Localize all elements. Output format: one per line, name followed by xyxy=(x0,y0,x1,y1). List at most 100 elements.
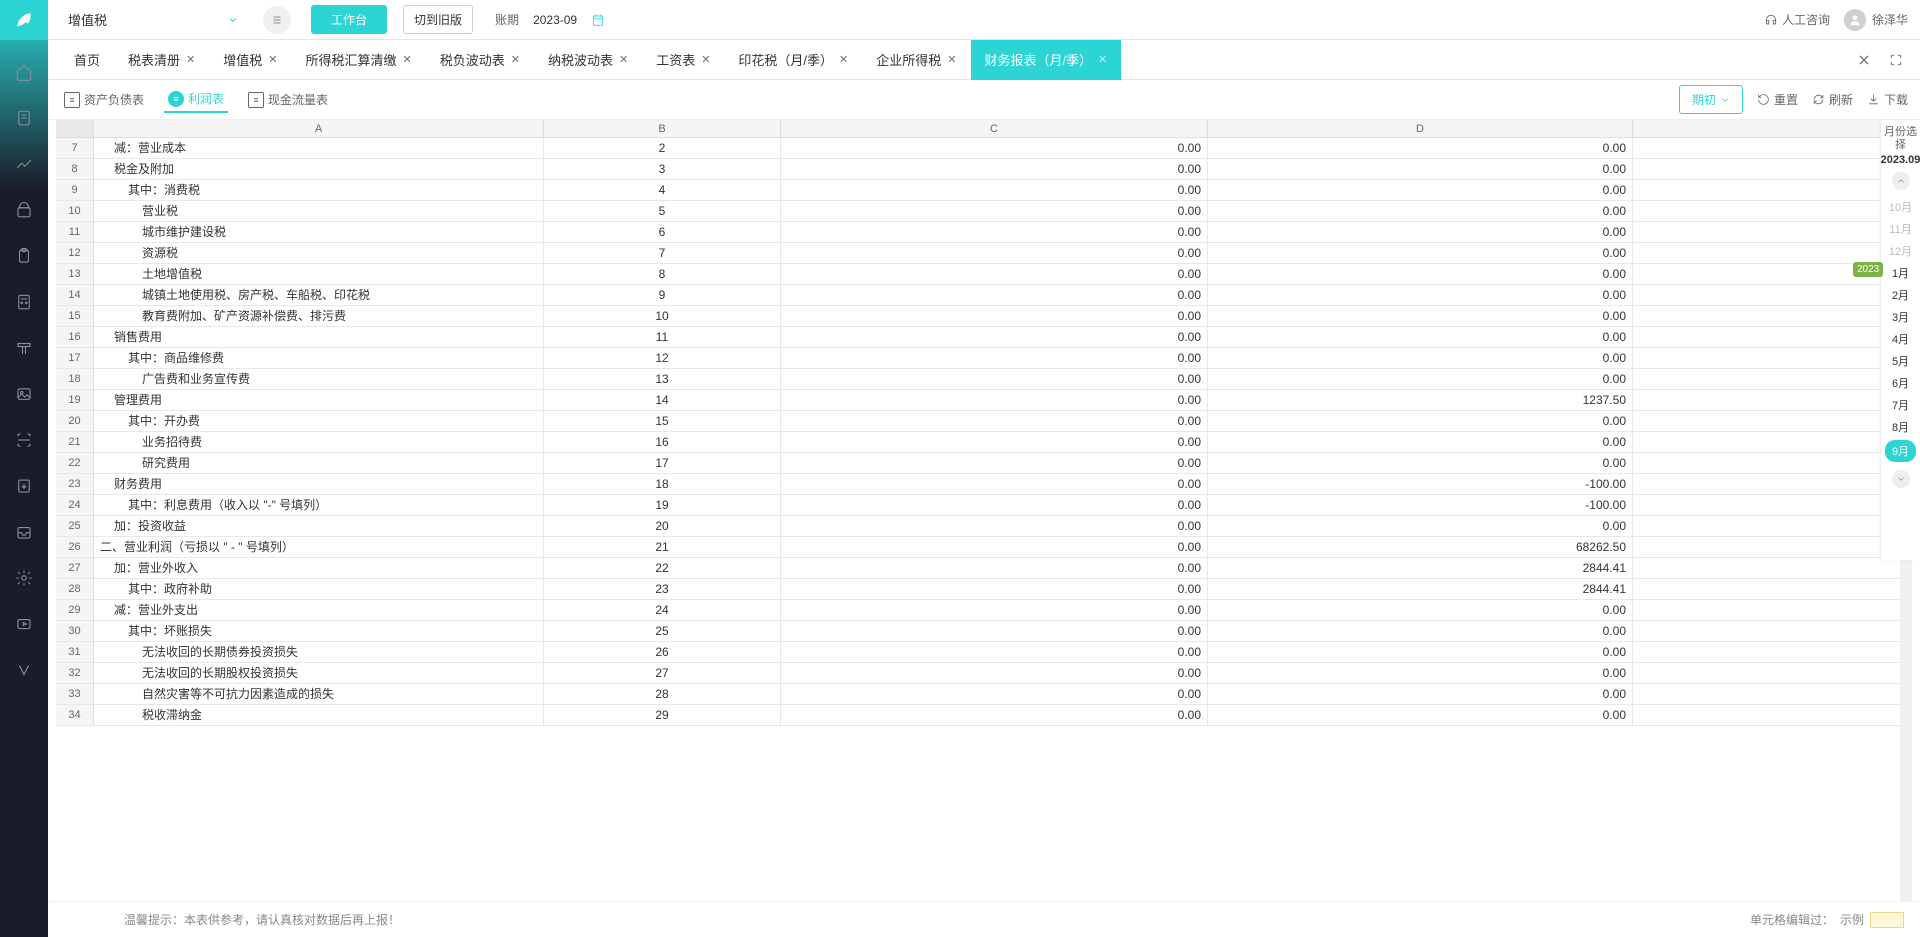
row-header[interactable]: 18 xyxy=(56,369,94,389)
cell-value-d[interactable]: -100.00 xyxy=(1208,495,1633,515)
cell-value-c[interactable]: 0.00 xyxy=(781,558,1208,578)
cell-value-d[interactable]: 0.00 xyxy=(1208,159,1633,179)
cell-value-d[interactable]: 0.00 xyxy=(1208,327,1633,347)
sub-tab-item[interactable]: ≡利润表 xyxy=(164,86,228,113)
month-item[interactable]: 7月 xyxy=(1881,394,1920,416)
cell-value-d[interactable]: 0.00 xyxy=(1208,285,1633,305)
cell-value-d[interactable]: 0.00 xyxy=(1208,264,1633,284)
row-header[interactable]: 28 xyxy=(56,579,94,599)
cell-item-name[interactable]: 减：营业外支出 xyxy=(94,600,544,620)
cell-line-no[interactable]: 24 xyxy=(544,600,781,620)
cell-value-c[interactable]: 0.00 xyxy=(781,411,1208,431)
row-header[interactable]: 34 xyxy=(56,705,94,725)
row-header[interactable]: 19 xyxy=(56,390,94,410)
col-header-D[interactable]: D xyxy=(1208,120,1633,137)
row-header[interactable]: 12 xyxy=(56,243,94,263)
list-circle-button[interactable] xyxy=(263,6,291,34)
cell-item-name[interactable]: 其中：商品维修费 xyxy=(94,348,544,368)
cell-item-name[interactable]: 城镇土地使用税、房产税、车船税、印花税 xyxy=(94,285,544,305)
nav-chart-icon[interactable] xyxy=(10,150,38,178)
tab-item[interactable]: 工资表✕ xyxy=(642,40,724,80)
row-header[interactable]: 8 xyxy=(56,159,94,179)
tab-close-icon[interactable]: ✕ xyxy=(839,53,848,66)
row-header[interactable]: 17 xyxy=(56,348,94,368)
row-header[interactable]: 11 xyxy=(56,222,94,242)
month-up-button[interactable] xyxy=(1892,172,1910,190)
tab-close-icon[interactable]: ✕ xyxy=(619,53,628,66)
cell-value-d[interactable]: 0.00 xyxy=(1208,411,1633,431)
cell-line-no[interactable]: 23 xyxy=(544,579,781,599)
cell-item-name[interactable]: 业务招待费 xyxy=(94,432,544,452)
tab-item[interactable]: 增值税✕ xyxy=(209,40,291,80)
nav-doc-icon[interactable] xyxy=(10,104,38,132)
cell-line-no[interactable]: 6 xyxy=(544,222,781,242)
cell-value-c[interactable]: 0.00 xyxy=(781,348,1208,368)
cell-value-c[interactable]: 0.00 xyxy=(781,474,1208,494)
refresh-action[interactable]: 刷新 xyxy=(1812,91,1853,108)
cell-item-name[interactable]: 加：投资收益 xyxy=(94,516,544,536)
row-header[interactable]: 24 xyxy=(56,495,94,515)
cell-line-no[interactable]: 17 xyxy=(544,453,781,473)
cell-item-name[interactable]: 营业税 xyxy=(94,201,544,221)
nav-scan-icon[interactable] xyxy=(10,426,38,454)
cell-value-c[interactable]: 0.00 xyxy=(781,663,1208,683)
cell-item-name[interactable]: 税收滞纳金 xyxy=(94,705,544,725)
cell-item-name[interactable]: 无法收回的长期股权投资损失 xyxy=(94,663,544,683)
nav-tax-icon[interactable] xyxy=(10,334,38,362)
cell-value-c[interactable]: 0.00 xyxy=(781,621,1208,641)
cell-value-c[interactable]: 0.00 xyxy=(781,684,1208,704)
cell-line-no[interactable]: 15 xyxy=(544,411,781,431)
cell-value-c[interactable]: 0.00 xyxy=(781,453,1208,473)
cell-line-no[interactable]: 26 xyxy=(544,642,781,662)
sub-tab-item[interactable]: ≡现金流量表 xyxy=(244,87,332,112)
nav-bag-icon[interactable] xyxy=(10,196,38,224)
cell-item-name[interactable]: 其中：利息费用（收入以 "-" 号填列） xyxy=(94,495,544,515)
cell-value-d[interactable]: 0.00 xyxy=(1208,600,1633,620)
nav-gear-icon[interactable] xyxy=(10,564,38,592)
row-header[interactable]: 9 xyxy=(56,180,94,200)
row-header[interactable]: 32 xyxy=(56,663,94,683)
tab-close-icon[interactable]: ✕ xyxy=(1098,53,1107,66)
cell-line-no[interactable]: 29 xyxy=(544,705,781,725)
cell-value-d[interactable]: 0.00 xyxy=(1208,453,1633,473)
expand-button[interactable] xyxy=(1884,48,1908,72)
tab-close-icon[interactable]: ✕ xyxy=(268,53,277,66)
cell-value-c[interactable]: 0.00 xyxy=(781,432,1208,452)
cell-value-c[interactable]: 0.00 xyxy=(781,600,1208,620)
month-item[interactable]: 4月 xyxy=(1881,328,1920,350)
cell-item-name[interactable]: 销售费用 xyxy=(94,327,544,347)
cell-value-c[interactable]: 0.00 xyxy=(781,222,1208,242)
user-menu[interactable]: 徐泽华 xyxy=(1844,9,1908,31)
tab-close-icon[interactable]: ✕ xyxy=(186,53,195,66)
nav-calc-icon[interactable] xyxy=(10,288,38,316)
cell-value-d[interactable]: 0.00 xyxy=(1208,705,1633,725)
close-all-tabs-button[interactable] xyxy=(1852,48,1876,72)
month-item[interactable]: 2月 xyxy=(1881,284,1920,306)
cell-value-d[interactable]: 0.00 xyxy=(1208,432,1633,452)
row-header[interactable]: 14 xyxy=(56,285,94,305)
calendar-icon[interactable] xyxy=(591,13,605,27)
row-header[interactable]: 23 xyxy=(56,474,94,494)
cell-item-name[interactable]: 教育费附加、矿产资源补偿费、排污费 xyxy=(94,306,544,326)
cell-value-d[interactable]: 1237.50 xyxy=(1208,390,1633,410)
cell-value-c[interactable]: 0.00 xyxy=(781,285,1208,305)
cell-line-no[interactable]: 16 xyxy=(544,432,781,452)
cell-value-d[interactable]: 0.00 xyxy=(1208,180,1633,200)
cell-value-d[interactable]: 0.00 xyxy=(1208,201,1633,221)
nav-video-icon[interactable] xyxy=(10,610,38,638)
cell-value-c[interactable]: 0.00 xyxy=(781,264,1208,284)
row-header[interactable]: 10 xyxy=(56,201,94,221)
row-header[interactable]: 33 xyxy=(56,684,94,704)
cell-value-c[interactable]: 0.00 xyxy=(781,390,1208,410)
cell-value-d[interactable]: 0.00 xyxy=(1208,663,1633,683)
cell-line-no[interactable]: 25 xyxy=(544,621,781,641)
cell-item-name[interactable]: 城市维护建设税 xyxy=(94,222,544,242)
cell-line-no[interactable]: 22 xyxy=(544,558,781,578)
cell-item-name[interactable]: 管理费用 xyxy=(94,390,544,410)
month-item[interactable]: 6月 xyxy=(1881,372,1920,394)
cell-line-no[interactable]: 9 xyxy=(544,285,781,305)
cell-line-no[interactable]: 13 xyxy=(544,369,781,389)
cell-line-no[interactable]: 12 xyxy=(544,348,781,368)
cell-value-d[interactable]: 0.00 xyxy=(1208,306,1633,326)
workbench-button[interactable]: 工作台 xyxy=(311,5,387,34)
